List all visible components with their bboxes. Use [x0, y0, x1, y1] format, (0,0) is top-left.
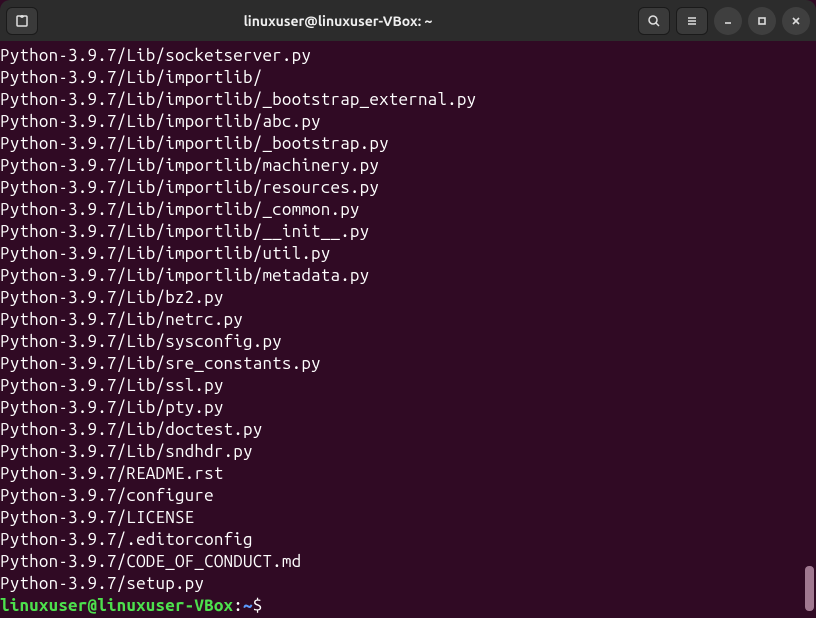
- terminal-line: Python-3.9.7/Lib/importlib/_bootstrap_ex…: [0, 89, 816, 111]
- terminal-line: Python-3.9.7/CODE_OF_CONDUCT.md: [0, 551, 816, 573]
- scrollbar[interactable]: [805, 41, 814, 615]
- terminal-line: Python-3.9.7/Lib/sysconfig.py: [0, 331, 816, 353]
- terminal-line: Python-3.9.7/Lib/importlib/: [0, 67, 816, 89]
- close-button[interactable]: [782, 7, 810, 35]
- terminal-line: Python-3.9.7/Lib/sre_constants.py: [0, 353, 816, 375]
- terminal-line: Python-3.9.7/Lib/doctest.py: [0, 419, 816, 441]
- prompt-user-host: linuxuser@linuxuser-VBox: [0, 596, 233, 615]
- terminal-line: Python-3.9.7/Lib/importlib/_common.py: [0, 199, 816, 221]
- new-tab-button[interactable]: [6, 7, 38, 35]
- terminal-line: Python-3.9.7/Lib/netrc.py: [0, 309, 816, 331]
- terminal-line: Python-3.9.7/Lib/pty.py: [0, 397, 816, 419]
- terminal-line: Python-3.9.7/Lib/importlib/metadata.py: [0, 265, 816, 287]
- terminal-line: Python-3.9.7/Lib/bz2.py: [0, 287, 816, 309]
- terminal-line: Python-3.9.7/Lib/ssl.py: [0, 375, 816, 397]
- terminal-line: Python-3.9.7/.editorconfig: [0, 529, 816, 551]
- terminal-line: Python-3.9.7/Lib/importlib/resources.py: [0, 177, 816, 199]
- search-button[interactable]: [638, 7, 670, 35]
- terminal-line: Python-3.9.7/LICENSE: [0, 507, 816, 529]
- window-title: linuxuser@linuxuser-VBox: ~: [42, 13, 634, 29]
- menu-button[interactable]: [676, 7, 708, 35]
- terminal-line: Python-3.9.7/Lib/importlib/util.py: [0, 243, 816, 265]
- terminal-line: Python-3.9.7/Lib/importlib/_bootstrap.py: [0, 133, 816, 155]
- titlebar: linuxuser@linuxuser-VBox: ~: [0, 0, 816, 41]
- minimize-button[interactable]: [714, 7, 742, 35]
- terminal-area[interactable]: Python-3.9.7/Lib/socketserver.pyPython-3…: [0, 41, 816, 618]
- terminal-line: Python-3.9.7/Lib/sndhdr.py: [0, 441, 816, 463]
- terminal-line: Python-3.9.7/Lib/socketserver.py: [0, 45, 816, 67]
- terminal-output: Python-3.9.7/Lib/socketserver.pyPython-3…: [0, 45, 816, 595]
- prompt-dollar: $: [253, 596, 272, 615]
- prompt-colon: :: [233, 596, 243, 615]
- terminal-line: Python-3.9.7/setup.py: [0, 573, 816, 595]
- maximize-button[interactable]: [748, 7, 776, 35]
- terminal-line: Python-3.9.7/Lib/importlib/machinery.py: [0, 155, 816, 177]
- prompt-line: linuxuser@linuxuser-VBox:~$: [0, 595, 816, 617]
- titlebar-right: [638, 7, 810, 35]
- prompt-path: ~: [243, 596, 253, 615]
- terminal-line: Python-3.9.7/Lib/importlib/__init__.py: [0, 221, 816, 243]
- terminal-line: Python-3.9.7/README.rst: [0, 463, 816, 485]
- terminal-line: Python-3.9.7/Lib/importlib/abc.py: [0, 111, 816, 133]
- scrollbar-thumb[interactable]: [805, 566, 814, 611]
- terminal-line: Python-3.9.7/configure: [0, 485, 816, 507]
